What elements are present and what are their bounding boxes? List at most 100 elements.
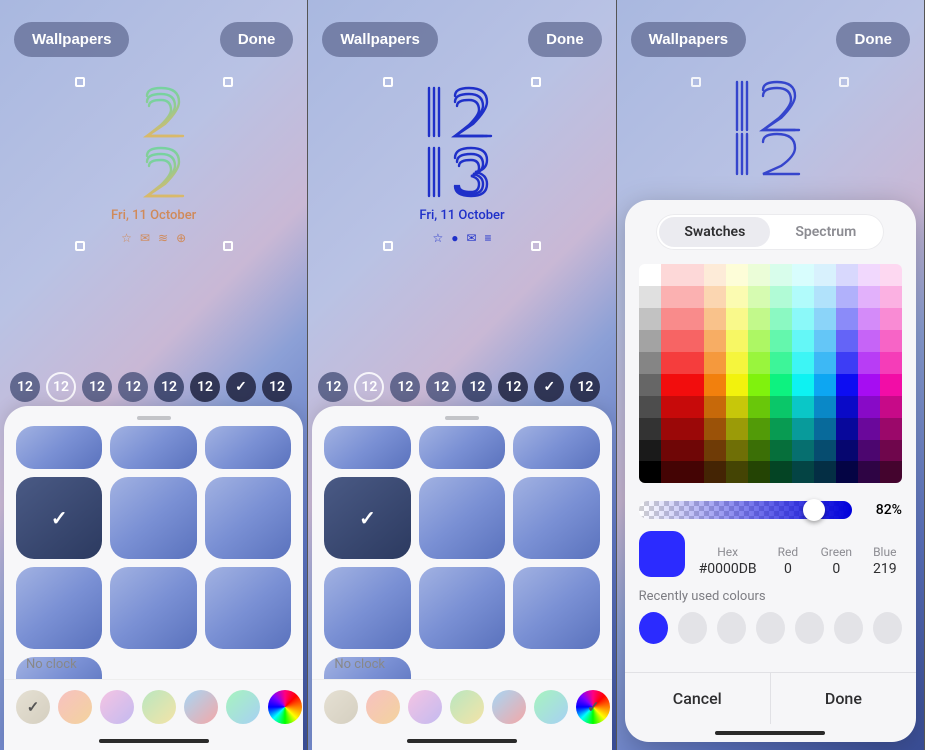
swatch-cell[interactable] [770, 264, 792, 286]
swatch-cell[interactable] [639, 418, 661, 440]
swatch-cell[interactable] [748, 374, 770, 396]
green-column[interactable]: Green 0 [819, 545, 853, 577]
swatch-cell[interactable] [792, 418, 814, 440]
swatch-cell[interactable] [836, 286, 858, 308]
swatch-cell[interactable] [880, 286, 902, 308]
clock-preview-frame[interactable]: Fri, 11 October ☆✉≋⊕ [76, 78, 232, 250]
swatch-cell[interactable] [880, 264, 902, 286]
swatch-cell[interactable] [683, 264, 705, 286]
swatch-cell[interactable] [661, 264, 683, 286]
color-chip[interactable] [534, 690, 568, 724]
swatch-cell[interactable] [880, 440, 902, 462]
swatch-cell[interactable] [748, 352, 770, 374]
swatch-cell[interactable] [726, 330, 748, 352]
swatch-cell[interactable] [726, 352, 748, 374]
font-chip[interactable]: 12 [318, 372, 348, 402]
swatch-cell[interactable] [770, 418, 792, 440]
red-column[interactable]: Red 0 [771, 545, 805, 577]
swatch-cell[interactable] [880, 461, 902, 483]
clock-style-tile[interactable] [205, 477, 291, 559]
font-chip[interactable]: 12 [190, 372, 220, 402]
swatch-cell[interactable] [814, 264, 836, 286]
recent-color-chip[interactable] [834, 612, 863, 644]
recent-color-chip[interactable] [795, 612, 824, 644]
swatch-cell[interactable] [661, 352, 683, 374]
font-chip[interactable]: 12 [46, 372, 76, 402]
swatch-cell[interactable] [880, 374, 902, 396]
swatch-cell[interactable] [704, 440, 726, 462]
clock-style-tile[interactable] [513, 567, 599, 649]
swatch-cell[interactable] [683, 352, 705, 374]
swatch-cell[interactable] [836, 374, 858, 396]
clock-style-tile[interactable] [16, 426, 102, 469]
swatch-cell[interactable] [858, 440, 880, 462]
clock-style-tile[interactable] [205, 567, 291, 649]
swatch-cell[interactable] [858, 286, 880, 308]
swatch-cell[interactable] [683, 374, 705, 396]
swatch-cell[interactable] [770, 461, 792, 483]
color-chip[interactable] [58, 690, 92, 724]
swatch-cell[interactable] [836, 440, 858, 462]
swatch-cell[interactable] [683, 461, 705, 483]
done-button[interactable]: Done [220, 22, 294, 57]
swatch-grid[interactable] [639, 264, 902, 483]
swatch-cell[interactable] [770, 374, 792, 396]
swatch-cell[interactable] [814, 396, 836, 418]
swatch-cell[interactable] [726, 308, 748, 330]
swatch-cell[interactable] [858, 418, 880, 440]
color-chip[interactable] [142, 690, 176, 724]
swatch-cell[interactable] [748, 330, 770, 352]
color-chip[interactable] [408, 690, 442, 724]
swatch-cell[interactable] [661, 396, 683, 418]
swatch-cell[interactable] [836, 308, 858, 330]
color-chip[interactable] [324, 690, 358, 724]
swatch-cell[interactable] [704, 264, 726, 286]
swatch-cell[interactable] [726, 286, 748, 308]
swatch-cell[interactable] [704, 286, 726, 308]
swatch-cell[interactable] [683, 440, 705, 462]
done-button[interactable]: Done [836, 22, 910, 57]
selection-handle-tl[interactable] [383, 77, 393, 87]
clock-style-tile[interactable] [513, 477, 599, 559]
swatch-cell[interactable] [880, 352, 902, 374]
swatch-cell[interactable] [836, 418, 858, 440]
sheet-handle[interactable] [445, 416, 479, 420]
swatch-cell[interactable] [880, 396, 902, 418]
recent-color-chip[interactable] [756, 612, 785, 644]
swatch-cell[interactable] [792, 396, 814, 418]
font-chip[interactable]: ✓ [534, 372, 564, 402]
swatch-cell[interactable] [792, 308, 814, 330]
swatch-cell[interactable] [704, 461, 726, 483]
selection-handle-tr[interactable] [531, 77, 541, 87]
picker-done-button[interactable]: Done [770, 673, 916, 724]
clock-style-tile[interactable] [205, 426, 291, 469]
selection-handle-tl[interactable] [75, 77, 85, 87]
swatch-cell[interactable] [880, 308, 902, 330]
font-chip[interactable]: 12 [390, 372, 420, 402]
swatch-cell[interactable] [704, 308, 726, 330]
swatch-cell[interactable] [661, 330, 683, 352]
clock-style-tile[interactable] [324, 477, 410, 559]
swatch-cell[interactable] [814, 440, 836, 462]
swatch-cell[interactable] [770, 308, 792, 330]
swatch-cell[interactable] [748, 264, 770, 286]
font-chip[interactable]: 12 [462, 372, 492, 402]
font-chip[interactable]: 12 [354, 372, 384, 402]
swatch-cell[interactable] [792, 352, 814, 374]
swatch-cell[interactable] [639, 440, 661, 462]
done-button[interactable]: Done [528, 22, 602, 57]
swatch-cell[interactable] [792, 286, 814, 308]
swatch-cell[interactable] [792, 264, 814, 286]
color-chip[interactable] [226, 690, 260, 724]
swatch-cell[interactable] [880, 418, 902, 440]
home-indicator[interactable] [639, 724, 902, 742]
swatch-cell[interactable] [748, 396, 770, 418]
clock-style-tile[interactable] [110, 567, 196, 649]
swatch-cell[interactable] [726, 461, 748, 483]
clock-style-tile[interactable] [419, 426, 505, 469]
clock-style-tile[interactable] [110, 426, 196, 469]
wallpapers-button[interactable]: Wallpapers [322, 22, 437, 57]
swatch-cell[interactable] [770, 440, 792, 462]
swatch-cell[interactable] [639, 264, 661, 286]
swatch-cell[interactable] [683, 418, 705, 440]
